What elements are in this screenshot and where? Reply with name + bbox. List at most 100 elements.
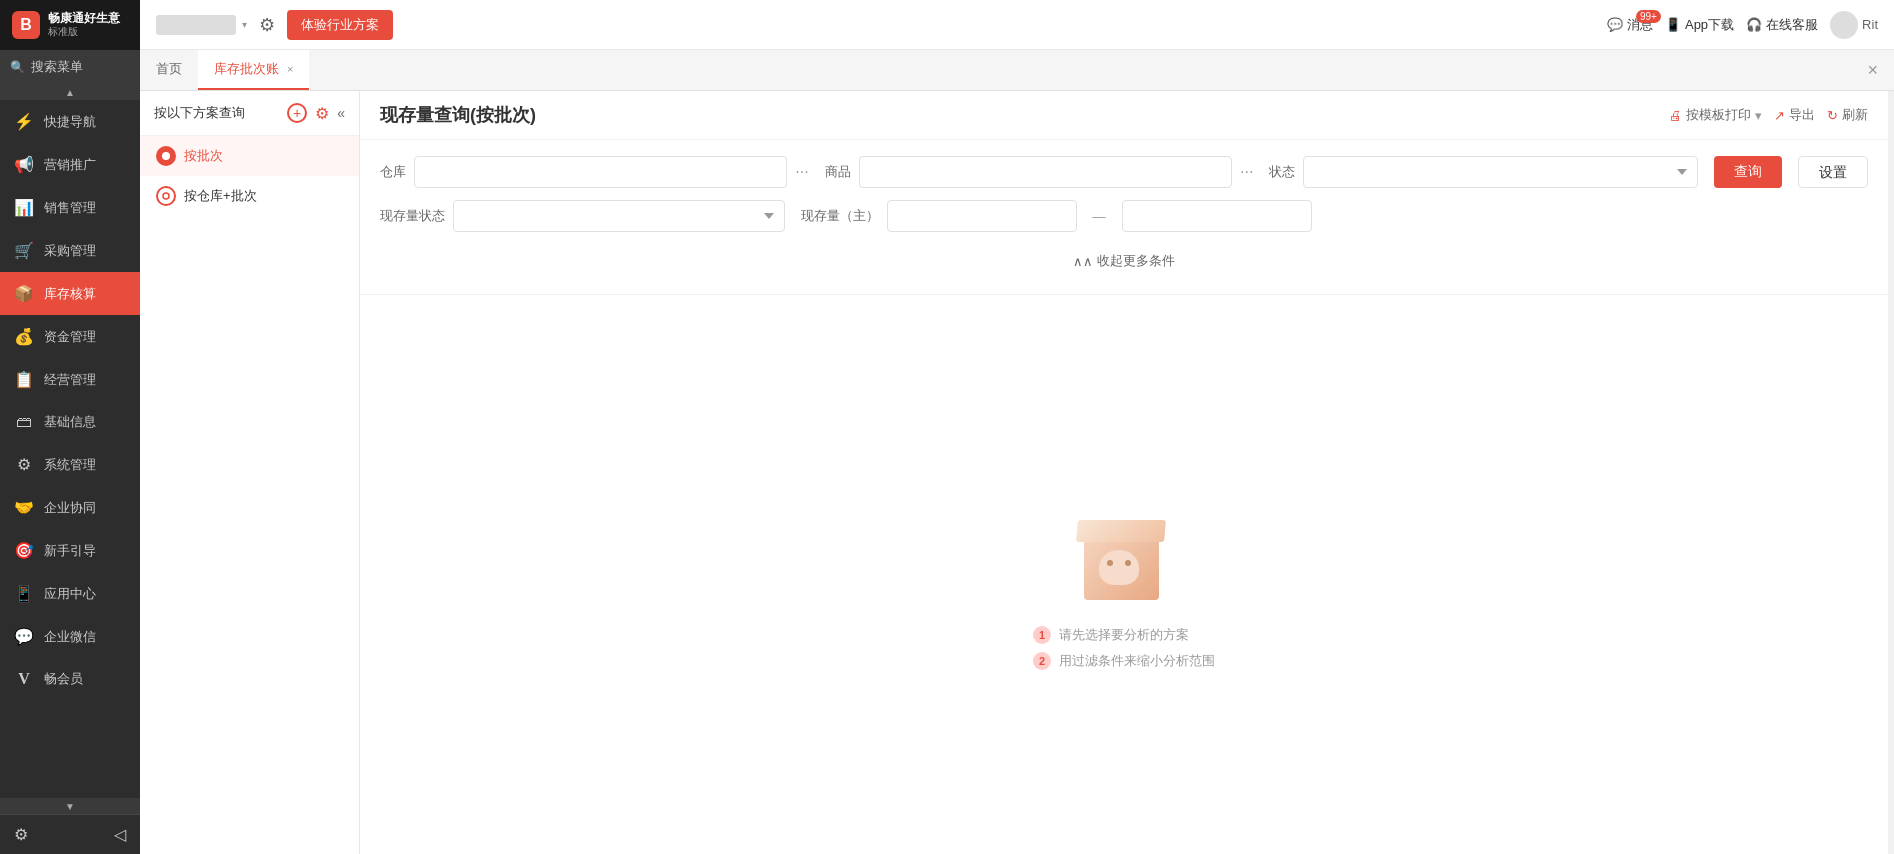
settings-btn[interactable]: 设置 (1798, 156, 1868, 188)
sidebar-item-marketing[interactable]: 📢 营销推广 (0, 143, 140, 186)
product-label: 商品 (825, 163, 851, 181)
export-icon: ↗ (1774, 108, 1785, 123)
newbie-icon: 🎯 (14, 541, 34, 560)
sidebar-item-operations[interactable]: 📋 经营管理 (0, 358, 140, 401)
query-btn[interactable]: 查询 (1714, 156, 1782, 188)
inventory-status-select[interactable] (453, 200, 785, 232)
warehouse-more-icon[interactable]: ··· (795, 163, 808, 181)
empty-tip-2: 2 用过滤条件来缩小分析范围 (1033, 652, 1215, 670)
warehouse-input[interactable] (414, 156, 787, 188)
sidebar-label-operations: 经营管理 (44, 371, 96, 389)
warehouse-label: 仓库 (380, 163, 406, 181)
footer-collapse-icon[interactable]: ◁ (114, 825, 126, 844)
empty-illustration (1059, 480, 1189, 610)
tab-home[interactable]: 首页 (140, 50, 198, 90)
sidebar-label-member: 畅会员 (44, 670, 83, 688)
sidebar-item-finance[interactable]: 💰 资金管理 (0, 315, 140, 358)
tip-text-1: 请先选择要分析的方案 (1059, 626, 1189, 644)
eye-left (1107, 560, 1113, 566)
svg-point-1 (163, 193, 169, 199)
app-download-action[interactable]: 📱 App下载 (1665, 16, 1734, 34)
sidebar-label-enterprise-collab: 企业协同 (44, 499, 96, 517)
close-all-tabs[interactable]: × (1867, 60, 1878, 81)
scheme-settings-btn[interactable]: ⚙ (315, 104, 329, 123)
quantity-from-input[interactable] (887, 200, 1077, 232)
app-subtitle: 标准版 (48, 25, 120, 39)
dropdown-icon[interactable]: ▾ (242, 19, 247, 30)
sidebar-label-marketing: 营销推广 (44, 156, 96, 174)
sidebar-item-basic[interactable]: 🗃 基础信息 (0, 401, 140, 443)
wechat-icon: 💬 (14, 627, 34, 646)
content-area: 按以下方案查询 + ⚙ « 按批次 按仓库+批次 (140, 91, 1894, 854)
filter-warehouse: 仓库 ··· (380, 156, 809, 188)
phone-icon: 📱 (1665, 17, 1681, 32)
box-lid (1076, 520, 1166, 542)
right-scrollbar[interactable] (1888, 91, 1894, 854)
tip-num-2: 2 (1033, 652, 1051, 670)
footer-settings-icon[interactable]: ⚙ (14, 825, 28, 844)
refresh-icon: ↻ (1827, 108, 1838, 123)
tab-close-inventory-batch[interactable]: × (287, 63, 293, 75)
sidebar-label-system: 系统管理 (44, 456, 96, 474)
product-input[interactable] (859, 156, 1232, 188)
search-label: 搜索菜单 (31, 58, 83, 76)
empty-tip-1: 1 请先选择要分析的方案 (1033, 626, 1215, 644)
refresh-btn[interactable]: ↻ 刷新 (1827, 106, 1868, 124)
quantity-label: 现存量（主） (801, 207, 879, 225)
online-service-label: 在线客服 (1766, 16, 1818, 34)
scheme-icon-by-warehouse-batch (156, 186, 176, 206)
operations-icon: 📋 (14, 370, 34, 389)
collapse-panel-btn[interactable]: « (337, 105, 345, 121)
scheme-label-by-warehouse-batch: 按仓库+批次 (184, 187, 257, 205)
eye-right (1125, 560, 1131, 566)
sidebar-item-member[interactable]: V 畅会员 (0, 658, 140, 700)
print-btn[interactable]: 🖨 按模板打印 ▾ (1669, 106, 1762, 124)
finance-icon: 💰 (14, 327, 34, 346)
scheme-icon-by-batch (156, 146, 176, 166)
right-panel: 现存量查询(按批次) 🖨 按模板打印 ▾ ↗ 导出 ↻ 刷新 (360, 91, 1888, 854)
experience-btn[interactable]: 体验行业方案 (287, 10, 393, 40)
sidebar-item-inventory[interactable]: 📦 库存核算 (0, 272, 140, 315)
sidebar-item-enterprise-collab[interactable]: 🤝 企业协同 (0, 486, 140, 529)
messages-badge: 99+ (1636, 10, 1661, 23)
left-panel-actions: + ⚙ « (287, 103, 345, 123)
export-btn[interactable]: ↗ 导出 (1774, 106, 1815, 124)
sidebar-item-newbie[interactable]: 🎯 新手引导 (0, 529, 140, 572)
sidebar-item-wechat[interactable]: 💬 企业微信 (0, 615, 140, 658)
filter-quantity: 现存量（主） — (801, 200, 1312, 232)
add-scheme-btn[interactable]: + (287, 103, 307, 123)
page-header: 现存量查询(按批次) 🖨 按模板打印 ▾ ↗ 导出 ↻ 刷新 (360, 91, 1888, 140)
quick-nav-icon: ⚡ (14, 112, 34, 131)
tab-inventory-batch[interactable]: 库存批次账 × (198, 50, 309, 90)
collapse-btn[interactable]: ∧∧ 收起更多条件 (1065, 244, 1183, 278)
messages-action[interactable]: 💬 消息 99+ (1607, 16, 1653, 34)
sidebar-item-sales[interactable]: 📊 销售管理 (0, 186, 140, 229)
tab-inventory-batch-label: 库存批次账 (214, 60, 279, 78)
online-service-action[interactable]: 🎧 在线客服 (1746, 16, 1818, 34)
username: Rit (1862, 17, 1878, 32)
scheme-item-by-warehouse-batch[interactable]: 按仓库+批次 (140, 176, 359, 216)
filter-status: 状态 (1269, 156, 1698, 188)
purchase-icon: 🛒 (14, 241, 34, 260)
collapse-label: 收起更多条件 (1097, 252, 1175, 270)
quantity-to-input[interactable] (1122, 200, 1312, 232)
sidebar-item-system[interactable]: ⚙ 系统管理 (0, 443, 140, 486)
left-panel: 按以下方案查询 + ⚙ « 按批次 按仓库+批次 (140, 91, 360, 854)
sidebar-label-app-center: 应用中心 (44, 585, 96, 603)
sidebar-header: B 畅康通好生意 标准版 (0, 0, 140, 50)
user-action[interactable]: Rit (1830, 11, 1878, 39)
search-menu[interactable]: 🔍 搜索菜单 (0, 50, 140, 84)
filter-product: 商品 ··· (825, 156, 1254, 188)
product-more-icon[interactable]: ··· (1240, 163, 1253, 181)
sidebar-item-quick-nav[interactable]: ⚡ 快捷导航 (0, 100, 140, 143)
basic-icon: 🗃 (14, 413, 34, 431)
topbar-settings-btn[interactable]: ⚙ (259, 14, 275, 36)
scheme-item-by-batch[interactable]: 按批次 (140, 136, 359, 176)
sidebar-label-wechat: 企业微信 (44, 628, 96, 646)
sidebar-scroll-up[interactable]: ▲ (0, 84, 140, 100)
status-select[interactable] (1303, 156, 1698, 188)
app-title: 畅康通好生意 (48, 11, 120, 25)
sidebar-item-purchase[interactable]: 🛒 采购管理 (0, 229, 140, 272)
sidebar-item-app-center[interactable]: 📱 应用中心 (0, 572, 140, 615)
sidebar-scroll-down[interactable]: ▼ (0, 798, 140, 814)
